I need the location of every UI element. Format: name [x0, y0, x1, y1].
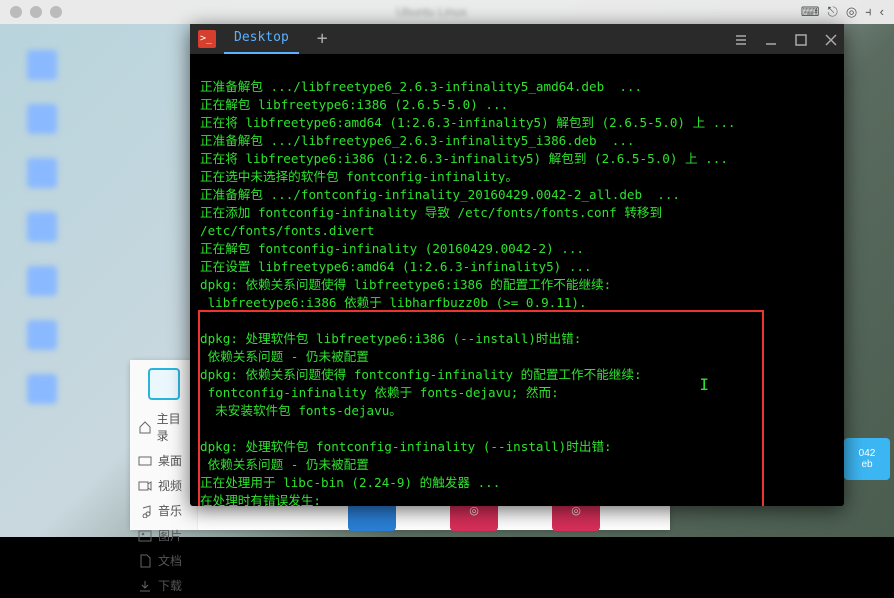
circle-icon[interactable]: ◎: [846, 4, 857, 20]
terminal-line: 正在解包 fontconfig-infinality (20160429.004…: [200, 241, 584, 256]
text-caret-icon: I: [699, 376, 709, 394]
sidebar-item-home[interactable]: 主目录: [130, 406, 197, 448]
terminal-titlebar[interactable]: Desktop +: [190, 24, 844, 54]
menu-icon[interactable]: [734, 33, 746, 45]
window-traffic-lights[interactable]: [10, 6, 62, 18]
dock-app-icon[interactable]: [27, 158, 57, 188]
terminal-line: 正准备解包 .../libfreetype6_2.6.3-infinality5…: [200, 79, 642, 94]
traffic-red-icon[interactable]: [10, 6, 22, 18]
terminal-line: 正准备解包 .../fontconfig-infinality_20160429…: [200, 187, 680, 202]
terminal-body[interactable]: 正准备解包 .../libfreetype6_2.6.3-infinality5…: [190, 54, 844, 506]
terminal-line: 正在设置 libfreetype6:amd64 (1:2.6.3-infinal…: [200, 259, 592, 274]
terminal-line: dpkg: 依赖关系问题使得 fontconfig-infinality 的配置…: [200, 367, 642, 382]
sidebar-item-picture[interactable]: 图片: [130, 523, 197, 548]
menubar: Ubuntu Linux ⌨︎ ⎋ ◎ ⫞ ‹: [0, 0, 894, 24]
terminal-line: dpkg: 处理软件包 fontconfig-infinality (--ins…: [200, 439, 612, 454]
terminal-window[interactable]: Desktop + 正准备解包 .../libfreetype6_2.6.3-i…: [190, 24, 844, 506]
sidebar-item-desktop[interactable]: 桌面: [130, 448, 197, 473]
dock-app-icon[interactable]: [27, 266, 57, 296]
dock-app-icon[interactable]: [27, 50, 57, 80]
terminal-line: libfreetype6:i386 依赖于 libharfbuzz0b (>= …: [200, 295, 587, 310]
dock-app-icon[interactable]: [27, 104, 57, 134]
sidebar-item-label: 主目录: [157, 410, 189, 444]
sidebar-item-download[interactable]: 下载: [130, 573, 197, 598]
chevron-icon[interactable]: ‹: [880, 4, 884, 20]
terminal-app-icon: [198, 30, 216, 48]
terminal-tab[interactable]: Desktop: [224, 24, 299, 54]
terminal-line: 正在解包 libfreetype6:i386 (2.6.5-5.0) ...: [200, 97, 508, 112]
terminal-line: 正在将 libfreetype6:i386 (1:2.6.3-infinalit…: [200, 151, 728, 166]
dock-app-icon[interactable]: [27, 374, 57, 404]
traffic-yellow-icon[interactable]: [30, 6, 42, 18]
minimize-icon[interactable]: [764, 33, 776, 45]
close-icon[interactable]: [824, 33, 836, 45]
dock-app-icon[interactable]: [27, 320, 57, 350]
home-hero-icon[interactable]: [148, 368, 180, 400]
dock-app-icon[interactable]: [27, 212, 57, 242]
keyboard-icon[interactable]: ⌨︎: [801, 4, 820, 20]
side-file-label: eb: [861, 459, 872, 470]
terminal-line: 依赖关系问题 - 仍未被配置: [200, 349, 369, 364]
new-tab-button[interactable]: +: [317, 30, 328, 48]
sidebar-item-label: 图片: [158, 527, 182, 544]
sidebar-item-label: 视频: [158, 477, 182, 494]
terminal-line: 正在选中未选择的软件包 fontconfig-infinality。: [200, 169, 518, 184]
terminal-line: 正在添加 fontconfig-infinality 导致 /etc/fonts…: [200, 205, 670, 238]
terminal-line: 在处理时有错误发生:: [200, 493, 321, 506]
document-icon: [138, 554, 152, 568]
sidebar-item-video[interactable]: 视频: [130, 473, 197, 498]
terminal-line: 未安装软件包 fonts-dejavu。: [200, 403, 402, 418]
terminal-line: 正在处理用于 libc-bin (2.24-9) 的触发器 ...: [200, 475, 500, 490]
desktop-icon: [138, 454, 152, 468]
video-icon: [138, 479, 152, 493]
side-app-tile[interactable]: 042 eb: [844, 438, 890, 480]
maximize-icon[interactable]: [794, 33, 806, 45]
traffic-green-icon[interactable]: [50, 6, 62, 18]
download-icon: [138, 579, 152, 593]
sidebar-item-label: 下载: [158, 577, 182, 594]
sidebar-item-label: 文档: [158, 552, 182, 569]
file-manager-sidebar: 主目录 桌面 视频 音乐 图片 文档 下载: [130, 360, 198, 530]
switch-icon[interactable]: ⫞: [865, 4, 872, 20]
terminal-line: fontconfig-infinality 依赖于 fonts-dejavu; …: [200, 385, 559, 400]
sidebar-item-music[interactable]: 音乐: [130, 498, 197, 523]
terminal-line: 依赖关系问题 - 仍未被配置: [200, 457, 369, 472]
usb-icon[interactable]: ⎋: [828, 4, 838, 20]
desktop-dock: [27, 50, 57, 404]
music-icon: [138, 504, 152, 518]
sidebar-item-label: 音乐: [158, 502, 182, 519]
terminal-line: dpkg: 处理软件包 libfreetype6:i386 (--install…: [200, 331, 581, 346]
sidebar-item-label: 桌面: [158, 452, 182, 469]
menubar-tray: ⌨︎ ⎋ ◎ ⫞ ‹: [801, 4, 884, 20]
terminal-line: 正准备解包 .../libfreetype6_2.6.3-infinality5…: [200, 133, 635, 148]
terminal-line: dpkg: 依赖关系问题使得 libfreetype6:i386 的配置工作不能…: [200, 277, 611, 292]
terminal-line: 正在将 libfreetype6:amd64 (1:2.6.3-infinali…: [200, 115, 736, 130]
menubar-title-blur: Ubuntu Linux: [70, 5, 793, 19]
home-icon: [138, 420, 151, 434]
picture-icon: [138, 529, 152, 543]
sidebar-item-document[interactable]: 文档: [130, 548, 197, 573]
side-file-label: 042: [859, 448, 876, 459]
